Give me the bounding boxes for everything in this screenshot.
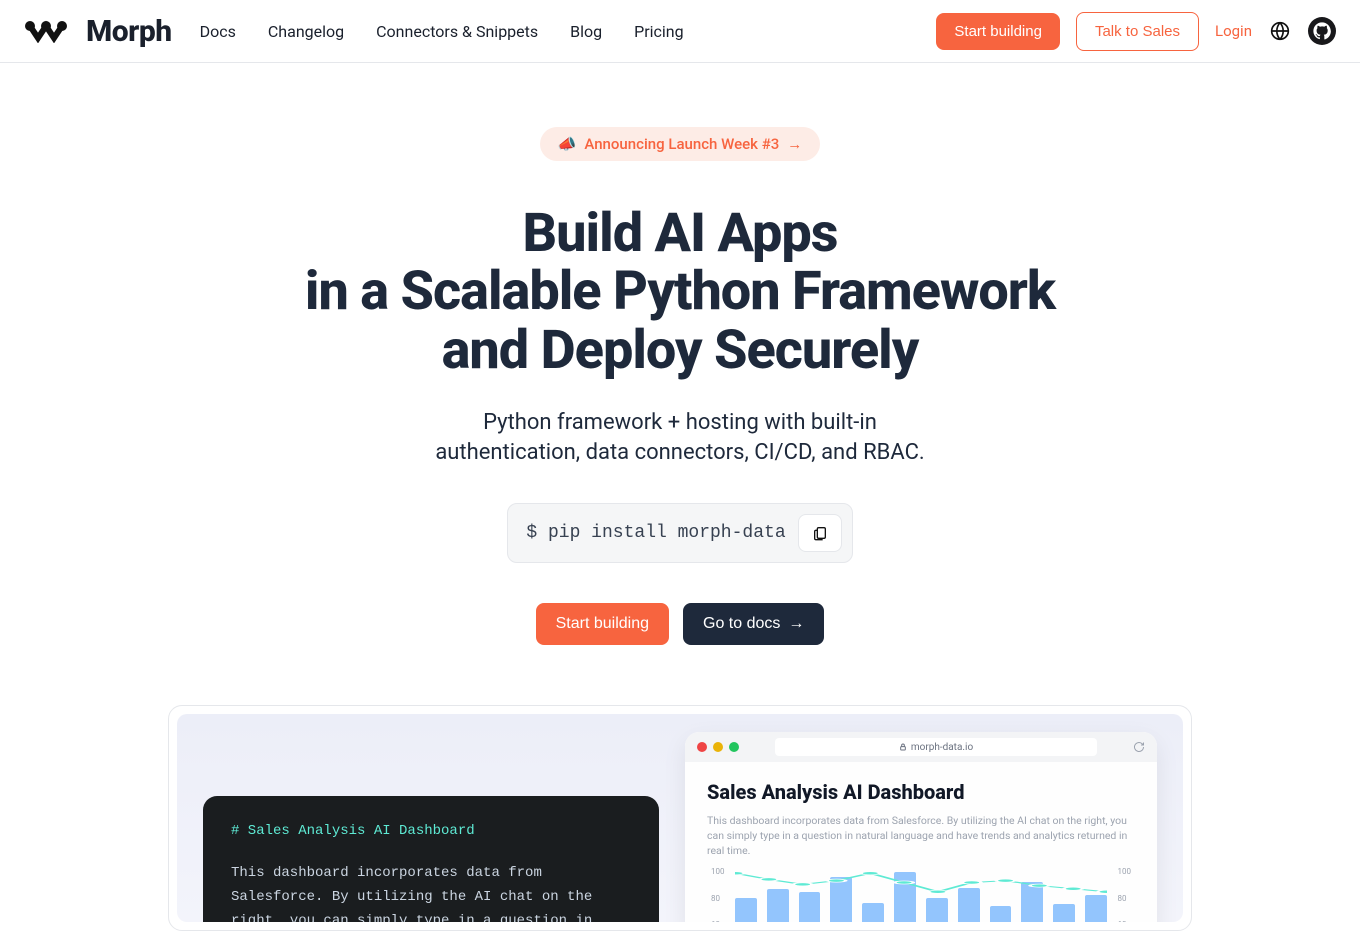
hero: 📣 Announcing Launch Week #3 → Build AI A… bbox=[0, 63, 1360, 645]
announcement-pill[interactable]: 📣 Announcing Launch Week #3 → bbox=[540, 127, 821, 161]
hero-title: Build AI Apps in a Scalable Python Frame… bbox=[0, 205, 1360, 380]
code-editor-mock: # Sales Analysis AI Dashboard This dashb… bbox=[203, 796, 659, 922]
nav-connectors[interactable]: Connectors & Snippets bbox=[376, 22, 538, 41]
go-to-docs-button[interactable]: Go to docs → bbox=[683, 603, 824, 645]
y-axis-right: 1008060 bbox=[1118, 867, 1132, 922]
logo-mark-icon bbox=[24, 19, 78, 43]
lock-icon bbox=[899, 743, 907, 751]
clipboard-icon bbox=[812, 525, 828, 541]
install-command: $ pip install morph-data bbox=[526, 523, 785, 543]
preview-container: # Sales Analysis AI Dashboard This dashb… bbox=[168, 705, 1192, 931]
nav-docs[interactable]: Docs bbox=[200, 22, 236, 41]
copy-button[interactable] bbox=[798, 514, 842, 552]
announcement-text: Announcing Launch Week #3 bbox=[584, 135, 779, 153]
browser-content: Sales Analysis AI Dashboard This dashboa… bbox=[685, 762, 1157, 922]
maximize-icon bbox=[729, 742, 739, 752]
nav-blog[interactable]: Blog bbox=[570, 22, 602, 41]
minimize-icon bbox=[713, 742, 723, 752]
code-heading: # Sales Analysis AI Dashboard bbox=[231, 820, 631, 844]
top-nav: Docs Changelog Connectors & Snippets Blo… bbox=[200, 22, 684, 41]
language-icon[interactable] bbox=[1268, 19, 1292, 43]
talk-to-sales-button[interactable]: Talk to Sales bbox=[1076, 12, 1199, 51]
hero-subtitle: Python framework + hosting with built-in… bbox=[0, 408, 1360, 467]
install-command-box: $ pip install morph-data bbox=[507, 503, 852, 563]
arrow-right-icon: → bbox=[787, 135, 802, 153]
dashboard-chart: 1008060 1008060 bbox=[707, 870, 1135, 922]
refresh-icon bbox=[1133, 741, 1145, 753]
header-actions: Start building Talk to Sales Login bbox=[936, 12, 1336, 51]
preview-inner: # Sales Analysis AI Dashboard This dashb… bbox=[177, 714, 1183, 922]
close-icon bbox=[697, 742, 707, 752]
logo[interactable]: Morph bbox=[24, 14, 172, 49]
browser-titlebar: morph-data.io bbox=[685, 732, 1157, 762]
logo-text: Morph bbox=[86, 14, 172, 49]
code-body: This dashboard incorporates data from Sa… bbox=[231, 862, 631, 922]
github-icon[interactable] bbox=[1308, 17, 1336, 45]
dashboard-description: This dashboard incorporates data from Sa… bbox=[707, 814, 1135, 858]
browser-mock: morph-data.io Sales Analysis AI Dashboar… bbox=[685, 732, 1157, 922]
login-link[interactable]: Login bbox=[1215, 22, 1252, 40]
hero-start-building-button[interactable]: Start building bbox=[536, 603, 669, 645]
y-axis-left: 1008060 bbox=[711, 867, 725, 922]
megaphone-icon: 📣 bbox=[558, 135, 577, 153]
arrow-right-icon: → bbox=[788, 615, 804, 633]
header: Morph Docs Changelog Connectors & Snippe… bbox=[0, 0, 1360, 63]
dashboard-title: Sales Analysis AI Dashboard bbox=[707, 780, 1135, 804]
nav-pricing[interactable]: Pricing bbox=[634, 22, 684, 41]
start-building-button[interactable]: Start building bbox=[936, 13, 1060, 50]
hero-cta-row: Start building Go to docs → bbox=[0, 603, 1360, 645]
url-bar: morph-data.io bbox=[775, 738, 1097, 756]
nav-changelog[interactable]: Changelog bbox=[268, 22, 344, 41]
